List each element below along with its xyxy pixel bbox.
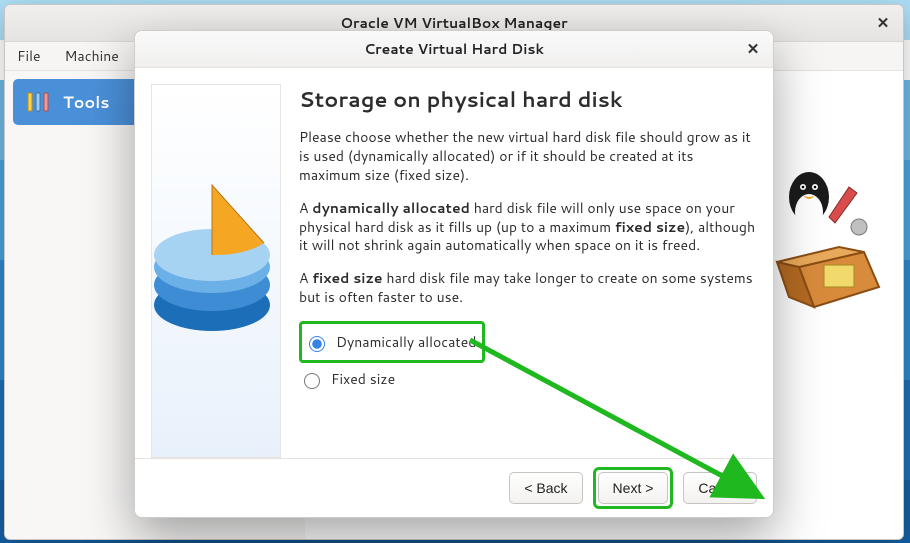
fixed-paragraph: A fixed size hard disk file may take lon… — [299, 269, 757, 307]
radio-dynamic-input[interactable] — [309, 336, 325, 352]
highlight-dynamic-option: Dynamically allocated — [299, 321, 485, 363]
dynamic-paragraph: A dynamically allocated hard disk file w… — [299, 199, 757, 256]
back-button[interactable]: < Back — [509, 472, 582, 504]
close-icon: ✕ — [747, 38, 760, 59]
radio-option-dynamic[interactable]: Dynamically allocated — [304, 332, 476, 352]
dialog-footer: < Back Next > Cancel — [135, 458, 773, 517]
close-icon: ✕ — [877, 12, 890, 33]
wizard-content: Storage on physical hard disk Please cho… — [281, 84, 757, 460]
page-heading: Storage on physical hard disk — [299, 84, 757, 114]
cancel-button[interactable]: Cancel — [683, 472, 757, 504]
intro-paragraph: Please choose whether the new virtual ha… — [299, 128, 757, 185]
dialog-title: Create Virtual Hard Disk — [364, 39, 544, 59]
menu-file[interactable]: File — [13, 44, 45, 68]
create-virtual-hard-disk-dialog: Create Virtual Hard Disk ✕ Storage on ph… — [134, 30, 774, 518]
highlight-next-button: Next > — [593, 467, 674, 509]
parent-close-button[interactable]: ✕ — [873, 13, 893, 33]
next-button[interactable]: Next > — [598, 472, 669, 504]
radio-dynamic-label: Dynamically allocated — [336, 332, 476, 352]
dialog-titlebar: Create Virtual Hard Disk ✕ — [135, 31, 773, 68]
tools-icon — [25, 89, 51, 115]
wizard-illustration — [151, 84, 281, 458]
radio-option-fixed[interactable]: Fixed size — [299, 369, 757, 389]
radio-fixed-input[interactable] — [304, 373, 320, 389]
dialog-close-button[interactable]: ✕ — [743, 39, 763, 59]
menu-machine[interactable]: Machine — [61, 44, 123, 68]
radio-fixed-label: Fixed size — [331, 369, 395, 389]
welcome-illustration — [769, 157, 889, 317]
sidebar-item-label: Tools — [63, 91, 109, 114]
